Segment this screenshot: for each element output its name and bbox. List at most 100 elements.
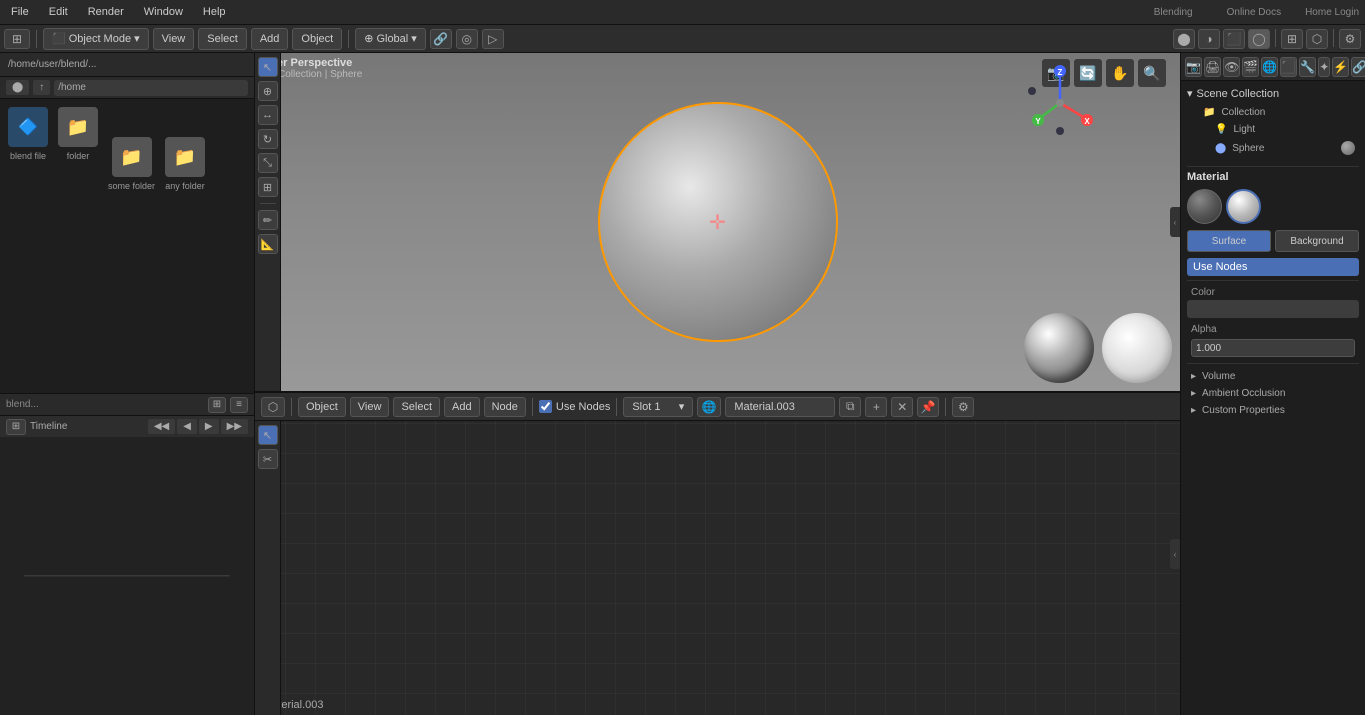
ne-copy-btn[interactable]: ⧉	[839, 397, 861, 417]
node-editor[interactable]: ⬡ Object View Select Add Node Use Nodes …	[255, 393, 1180, 715]
proportional-btn[interactable]: ◎	[456, 29, 478, 49]
rp-tab-render[interactable]: 📷	[1185, 57, 1202, 77]
scene-item-collection[interactable]: 📁 Collection	[1199, 104, 1359, 121]
tool-btn1[interactable]: ▷	[482, 29, 504, 49]
ne-tool-select[interactable]: ↖	[258, 425, 278, 445]
scene-item-light[interactable]: 💡 Light	[1211, 121, 1359, 138]
rp-tab-scene[interactable]: 🎬	[1242, 57, 1259, 77]
file-item-blender[interactable]: 🔷 blend file	[8, 107, 48, 191]
rp-tab-particles[interactable]: ✦	[1318, 57, 1330, 77]
menu-render[interactable]: Render	[83, 6, 129, 18]
file-item-folder1[interactable]: 📁 folder	[58, 107, 98, 191]
vp-tool-measure[interactable]: 📐	[258, 234, 278, 254]
playback-prev[interactable]: ◀	[177, 419, 197, 434]
editor-type-btn[interactable]: ⊞	[4, 29, 30, 49]
rp-tab-constraints[interactable]: 🔗	[1351, 57, 1365, 77]
mat-preview-2[interactable]	[1226, 189, 1261, 224]
editor-type2[interactable]: ⊞	[6, 419, 26, 435]
viewport-3d[interactable]: User Perspective (1) Collection | Sphere…	[255, 53, 1180, 393]
right-panel-content: ▾ Scene Collection 📁 Collection 💡 Light	[1181, 81, 1365, 715]
vp-tool-move[interactable]: ↔	[258, 105, 278, 125]
light-label: Light	[1233, 124, 1255, 135]
zoom-btn[interactable]: 🔍	[1138, 59, 1166, 87]
rp-tab-world[interactable]: 🌐	[1261, 57, 1278, 77]
viewport-shading-btn4[interactable]: ◯	[1248, 29, 1270, 49]
menu-edit[interactable]: Edit	[44, 6, 73, 18]
playback-start[interactable]: ◀◀	[148, 419, 175, 434]
view-btn[interactable]: View	[153, 28, 195, 50]
playback-next[interactable]: ▶▶	[221, 419, 248, 434]
alpha-input[interactable]	[1191, 339, 1355, 357]
add-btn[interactable]: Add	[251, 28, 289, 50]
select-btn[interactable]: Select	[198, 28, 247, 50]
ao-subsection[interactable]: ▸ Ambient Occlusion	[1187, 385, 1359, 402]
ne-add-btn[interactable]: Add	[444, 397, 480, 417]
rp-tab-object[interactable]: ⬛	[1280, 57, 1297, 77]
rp-tab-output[interactable]: 🖨	[1204, 57, 1221, 77]
menu-file[interactable]: File	[6, 6, 34, 18]
viewport-shading-btn1[interactable]: ⬤	[1173, 29, 1195, 49]
mat-preview-1[interactable]	[1187, 189, 1222, 224]
volume-subsection[interactable]: ▸ Volume	[1187, 368, 1359, 385]
top-menubar: File Edit Render Window Help Blending On…	[0, 0, 1365, 25]
file-item-folder2[interactable]: 📁 some folder	[108, 137, 155, 191]
viewport-shading-btn2[interactable]: ◑	[1198, 29, 1220, 49]
folder-label: folder	[67, 151, 90, 161]
menu-window[interactable]: Window	[139, 6, 188, 18]
vp-tool-scale[interactable]: ⤡	[258, 153, 278, 173]
separator2	[348, 30, 349, 48]
preview-sphere-glossy	[1024, 313, 1094, 383]
rp-tab-modifier[interactable]: 🔧	[1299, 57, 1316, 77]
vp-tool-rotate[interactable]: ↻	[258, 129, 278, 149]
color-field-rp[interactable]	[1187, 300, 1359, 318]
use-nodes-item[interactable]: Use Nodes	[1187, 258, 1359, 276]
ne-panel-collapse-btn[interactable]: ‹	[1170, 539, 1180, 569]
xray-btn[interactable]: ⬡	[1306, 29, 1328, 49]
scene-title: Scene Collection	[1197, 88, 1280, 100]
ne-node-btn[interactable]: Node	[484, 397, 526, 417]
snap-btn[interactable]: 🔗	[430, 29, 452, 49]
object-btn[interactable]: Object	[292, 28, 342, 50]
vp-tool-transform[interactable]: ⊞	[258, 177, 278, 197]
alpha-row	[1187, 337, 1359, 359]
ne-select-btn[interactable]: Select	[393, 397, 440, 417]
use-nodes-checkbox[interactable]	[539, 400, 552, 413]
ne-close-btn[interactable]: ✕	[891, 397, 913, 417]
background-tab-btn[interactable]: Background	[1275, 230, 1359, 252]
mode-selector[interactable]: ⬛ Object Mode ▾	[43, 28, 149, 50]
overlay-btn[interactable]: ⊞	[1281, 29, 1303, 49]
left-icon-btn2[interactable]: ≡	[230, 397, 248, 413]
vp-tool-select[interactable]: ↖	[258, 57, 278, 77]
ne-world-icon[interactable]: 🌐	[697, 397, 721, 417]
ne-tool-cut[interactable]: ✂	[258, 449, 278, 469]
panel-collapse-btn[interactable]: ‹	[1170, 207, 1180, 237]
surface-tab-btn[interactable]: Surface	[1187, 230, 1271, 252]
rp-tab-physics[interactable]: ⚡	[1332, 57, 1349, 77]
slot-selector[interactable]: Slot 1 ▾	[623, 397, 693, 417]
ne-editor-type[interactable]: ⬡	[261, 397, 285, 417]
left-up-btn[interactable]: ↑	[33, 80, 50, 95]
ne-new-btn[interactable]: +	[865, 397, 887, 417]
playback-play[interactable]: ▶	[199, 419, 219, 434]
tool-settings-btn[interactable]: ⚙	[1339, 29, 1361, 49]
viewport-shading-btn3[interactable]: ⬛	[1223, 29, 1245, 49]
ne-object-btn[interactable]: Object	[298, 397, 346, 417]
vp-tool-annotate[interactable]: ✏	[258, 210, 278, 230]
ne-view-btn[interactable]: View	[350, 397, 390, 417]
pan-btn[interactable]: ✋	[1106, 59, 1134, 87]
material-selector[interactable]: Material.003	[725, 397, 835, 417]
left-icon-btn1[interactable]: ⊞	[208, 397, 226, 413]
material-label: Material.003	[734, 401, 795, 413]
ne-pin-btn[interactable]: 📌	[917, 397, 939, 417]
file-item-folder3[interactable]: 📁 any folder	[165, 137, 205, 191]
vp-tool-cursor[interactable]: ⊕	[258, 81, 278, 101]
global-icon: ⊕	[364, 32, 373, 45]
scene-item-sphere[interactable]: ⬤ Sphere	[1211, 138, 1359, 158]
custom-props-subsection[interactable]: ▸ Custom Properties	[1187, 402, 1359, 419]
transform-global[interactable]: ⊕ Global ▾	[355, 28, 426, 50]
menu-help[interactable]: Help	[198, 6, 231, 18]
rp-tab-view[interactable]: 👁	[1223, 57, 1240, 77]
path-input[interactable]: /home	[54, 80, 248, 96]
ne-settings-btn[interactable]: ⚙	[952, 397, 974, 417]
left-nav-btn[interactable]: ⬤	[6, 80, 29, 95]
